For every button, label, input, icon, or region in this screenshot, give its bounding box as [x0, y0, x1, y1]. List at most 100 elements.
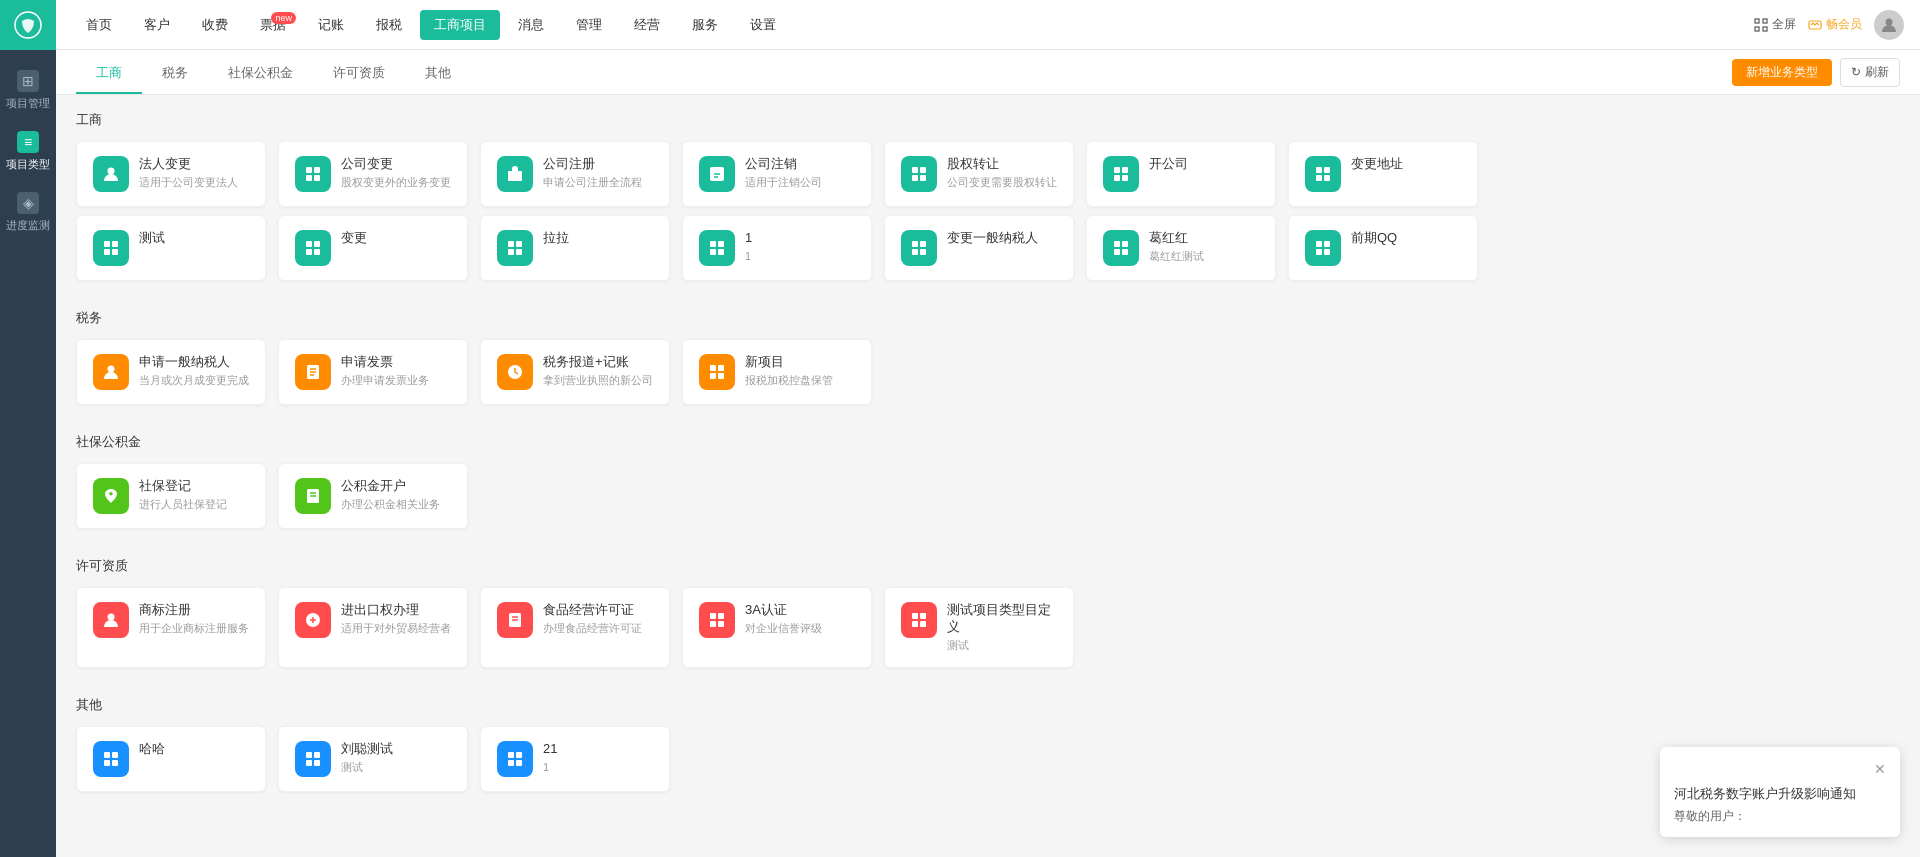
tab-xuke[interactable]: 许可资质: [313, 54, 405, 94]
card-sw4[interactable]: 新项目 报税加税控盘保管: [682, 339, 872, 405]
card-title-xk1: 商标注册: [139, 602, 249, 619]
card-sw1[interactable]: 申请一般纳税人 当月或次月成变更完成: [76, 339, 266, 405]
nav-invoice[interactable]: 票据 new: [246, 10, 300, 40]
card-xk1[interactable]: 商标注册 用于企业商标注册服务: [76, 587, 266, 668]
nav-billing[interactable]: 收费: [188, 10, 242, 40]
card-sw3[interactable]: 税务报道+记账 拿到营业执照的新公司: [480, 339, 670, 405]
main-wrapper: 首页 客户 收费 票据 new 记账 报税 工商项目 消息 管理 经营 服务 设…: [56, 0, 1920, 857]
card-gs14[interactable]: 前期QQ: [1288, 215, 1478, 281]
notification-close-button[interactable]: ✕: [1874, 759, 1886, 780]
svg-rect-63: [718, 373, 724, 379]
new-type-button[interactable]: 新增业务类型: [1732, 59, 1832, 86]
card-title-sb2: 公积金开户: [341, 478, 440, 495]
nav-settings[interactable]: 设置: [736, 10, 790, 40]
card-desc-qt2: 测试: [341, 760, 393, 775]
svg-rect-48: [1114, 249, 1120, 255]
svg-rect-30: [306, 241, 312, 247]
nav-operation[interactable]: 经营: [620, 10, 674, 40]
card-gs6[interactable]: 开公司: [1086, 141, 1276, 207]
card-sb2[interactable]: 公积金开户 办理公积金相关业务: [278, 463, 468, 529]
fullscreen-button[interactable]: 全屏: [1754, 16, 1796, 33]
card-gs9[interactable]: 变更: [278, 215, 468, 281]
card-gs2[interactable]: 公司变更 股权变更外的业务变更: [278, 141, 468, 207]
card-icon-gs4: [699, 156, 735, 192]
card-gs4[interactable]: 公司注销 适用于注销公司: [682, 141, 872, 207]
card-title-gs3: 公司注册: [543, 156, 642, 173]
sidebar-item-progress[interactable]: ◈ 进度监测: [0, 182, 56, 243]
card-gs13[interactable]: 葛红红 葛红红测试: [1086, 215, 1276, 281]
card-desc-gs3: 申请公司注册全流程: [543, 175, 642, 190]
card-sb1[interactable]: 社保登记 进行人员社保登记: [76, 463, 266, 529]
sidebar-item-project-type[interactable]: ≡ 项目类型: [0, 121, 56, 182]
card-title-xk2: 进出口权办理: [341, 602, 451, 619]
refresh-button[interactable]: ↻ 刷新: [1840, 58, 1900, 87]
tab-shuiwu[interactable]: 税务: [142, 54, 208, 94]
card-gs7[interactable]: 变更地址: [1288, 141, 1478, 207]
card-icon-gs11: [699, 230, 735, 266]
tab-shebao[interactable]: 社保公积金: [208, 54, 313, 94]
card-desc-gs13: 葛红红测试: [1149, 249, 1204, 264]
card-title-gs6: 开公司: [1149, 156, 1188, 173]
nav-service[interactable]: 服务: [678, 10, 732, 40]
card-xk3[interactable]: 食品经营许可证 办理食品经营许可证: [480, 587, 670, 668]
svg-rect-78: [912, 621, 918, 627]
card-gs3[interactable]: 公司注册 申请公司注册全流程: [480, 141, 670, 207]
card-xk2[interactable]: 进出口权办理 适用于对外贸易经营者: [278, 587, 468, 668]
nav-right: 全屏 畅会员: [1754, 10, 1904, 40]
card-xk5[interactable]: 测试项目类型目定义 测试: [884, 587, 1074, 668]
nav-customer[interactable]: 客户: [130, 10, 184, 40]
card-gs1[interactable]: 法人变更 适用于公司变更法人: [76, 141, 266, 207]
tab-gongshang[interactable]: 工商: [76, 54, 142, 94]
card-gs12[interactable]: 变更一般纳税人: [884, 215, 1074, 281]
card-desc-gs4: 适用于注销公司: [745, 175, 822, 190]
svg-rect-42: [912, 241, 918, 247]
card-gs10[interactable]: 拉拉: [480, 215, 670, 281]
card-desc-gs2: 股权变更外的业务变更: [341, 175, 451, 190]
svg-rect-20: [1114, 175, 1120, 181]
section-title-shuiwu: 税务: [76, 309, 1900, 327]
card-icon-gs3: [497, 156, 533, 192]
card-icon-sb1: [93, 478, 129, 514]
nav-tax[interactable]: 报税: [362, 10, 416, 40]
project-type-icon: ≡: [17, 131, 39, 153]
nav-bizproject[interactable]: 工商项目: [420, 10, 500, 40]
nav-accounting[interactable]: 记账: [304, 10, 358, 40]
card-qt1[interactable]: 哈哈: [76, 726, 266, 792]
nav-manage[interactable]: 管理: [562, 10, 616, 40]
svg-rect-26: [104, 241, 110, 247]
svg-rect-89: [516, 752, 522, 758]
nav-home[interactable]: 首页: [72, 10, 126, 40]
cards-grid-xuke: 商标注册 用于企业商标注册服务 进出口权办理 适用于对外贸易经营者: [76, 587, 1900, 668]
card-xk4[interactable]: 3A认证 对企业信誉评级: [682, 587, 872, 668]
svg-rect-17: [920, 175, 926, 181]
sidebar-item-project-mgmt[interactable]: ⊞ 项目管理: [0, 60, 56, 121]
card-desc-xk1: 用于企业商标注册服务: [139, 621, 249, 636]
section-qita: 其他 哈哈: [56, 680, 1920, 804]
tab-bar: 工商 税务 社保公积金 许可资质 其他: [76, 50, 1712, 94]
card-title-sw3: 税务报道+记账: [543, 354, 653, 371]
card-qt3[interactable]: 21 1: [480, 726, 670, 792]
section-title-shebao: 社保公积金: [76, 433, 1900, 451]
card-sw2[interactable]: 申请发票 办理申请发票业务: [278, 339, 468, 405]
nav-message[interactable]: 消息: [504, 10, 558, 40]
svg-rect-10: [306, 175, 312, 181]
svg-rect-87: [314, 760, 320, 766]
card-gs8[interactable]: 测试: [76, 215, 266, 281]
card-gs11[interactable]: 1 1: [682, 215, 872, 281]
card-qt2[interactable]: 刘聪测试 测试: [278, 726, 468, 792]
avatar[interactable]: [1874, 10, 1904, 40]
card-title-gs4: 公司注销: [745, 156, 822, 173]
section-title-xuke: 许可资质: [76, 557, 1900, 575]
card-icon-qt1: [93, 741, 129, 777]
vip-button[interactable]: 畅会员: [1808, 16, 1862, 33]
card-gs5[interactable]: 股权转让 公司变更需要股权转让: [884, 141, 1074, 207]
svg-point-67: [108, 614, 115, 621]
svg-rect-85: [314, 752, 320, 758]
svg-rect-9: [314, 167, 320, 173]
card-desc-gs11: 1: [745, 249, 752, 264]
tab-qita[interactable]: 其他: [405, 54, 471, 94]
svg-rect-47: [1122, 241, 1128, 247]
vip-icon: [1808, 18, 1822, 32]
svg-rect-27: [112, 241, 118, 247]
card-desc-xk2: 适用于对外贸易经营者: [341, 621, 451, 636]
